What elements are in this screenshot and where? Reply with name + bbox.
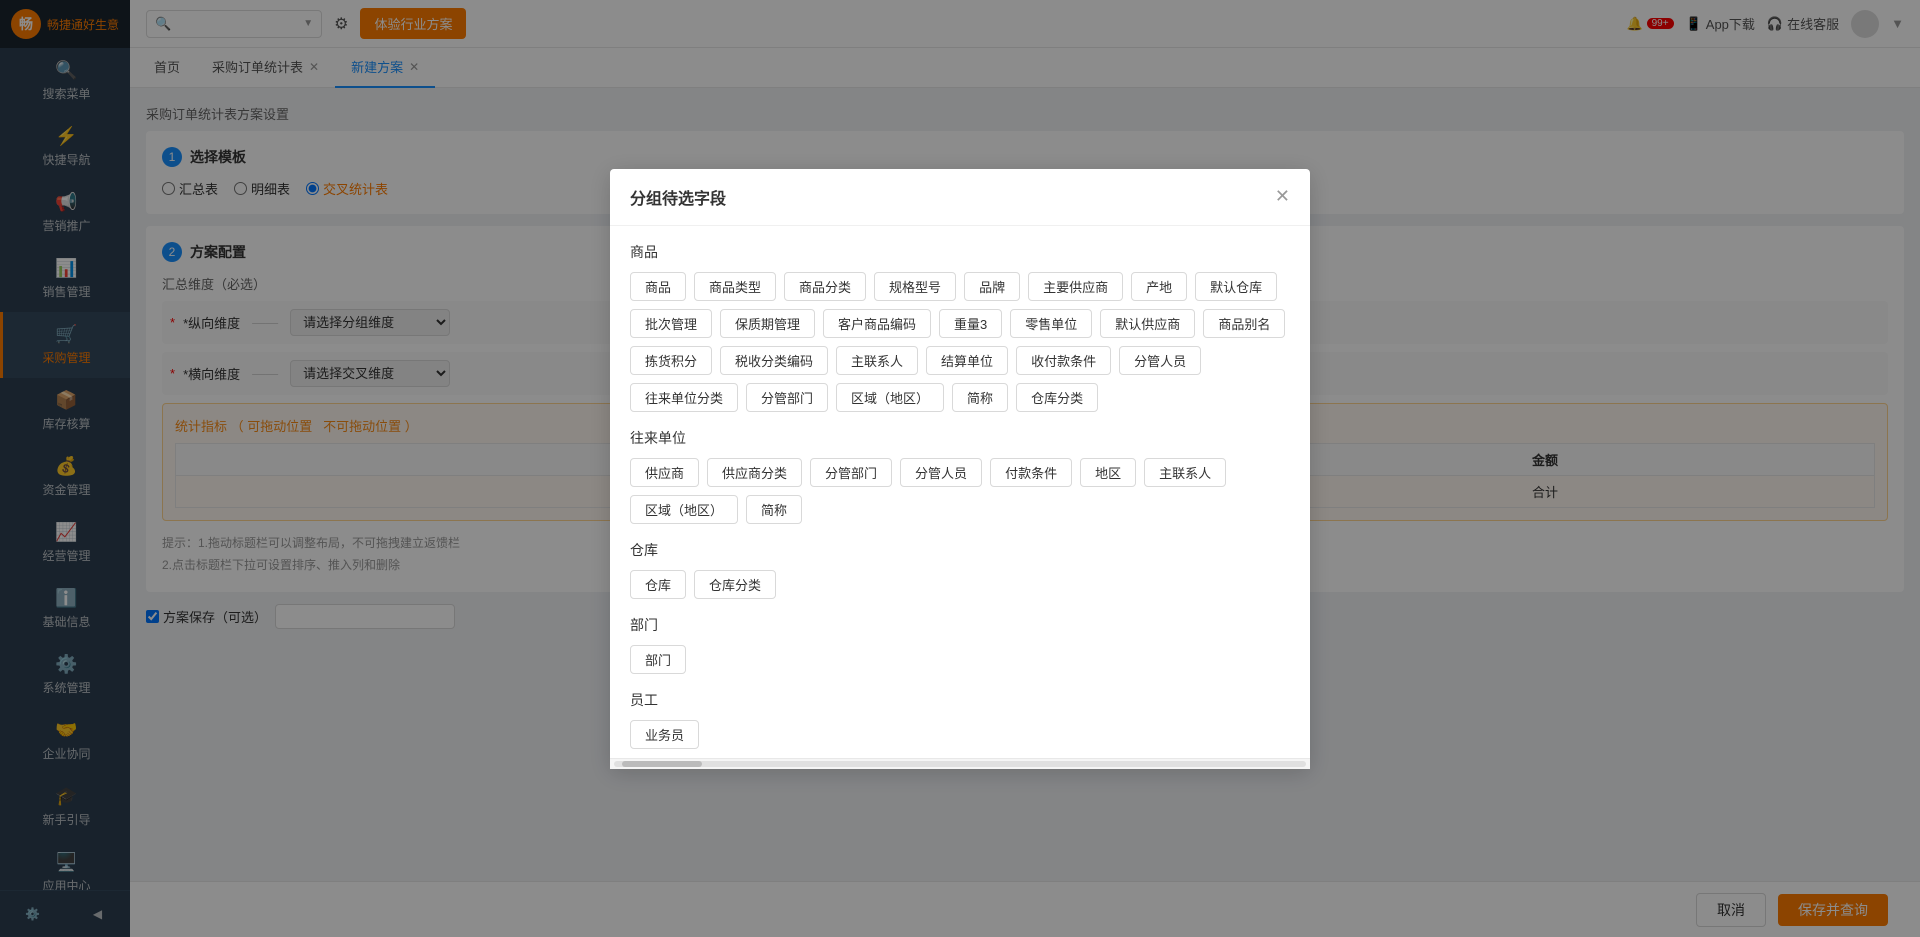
field-tag-0-4[interactable]: 品牌 (964, 272, 1020, 301)
field-tag-1-0[interactable]: 供应商 (630, 458, 699, 487)
field-tag-0-20[interactable]: 分管人员 (1119, 346, 1201, 375)
field-tag-1-3[interactable]: 分管人员 (900, 458, 982, 487)
field-tag-0-25[interactable]: 仓库分类 (1016, 383, 1098, 412)
field-category-title-0: 商品 (630, 242, 1290, 262)
field-tag-0-3[interactable]: 规格型号 (874, 272, 956, 301)
field-tag-0-14[interactable]: 商品别名 (1203, 309, 1285, 338)
field-tag-1-1[interactable]: 供应商分类 (707, 458, 802, 487)
field-category-title-4: 员工 (630, 690, 1290, 710)
field-category-title-1: 往来单位 (630, 428, 1290, 448)
field-tag-0-9[interactable]: 保质期管理 (720, 309, 815, 338)
field-tag-0-16[interactable]: 税收分类编码 (720, 346, 828, 375)
field-tag-0-1[interactable]: 商品类型 (694, 272, 776, 301)
field-tag-1-2[interactable]: 分管部门 (810, 458, 892, 487)
field-tag-0-10[interactable]: 客户商品编码 (823, 309, 931, 338)
field-tag-0-12[interactable]: 零售单位 (1010, 309, 1092, 338)
field-category-title-3: 部门 (630, 615, 1290, 635)
field-tag-1-4[interactable]: 付款条件 (990, 458, 1072, 487)
field-tags-0: 商品商品类型商品分类规格型号品牌主要供应商产地默认仓库批次管理保质期管理客户商品… (630, 272, 1290, 412)
field-category-0: 商品商品商品类型商品分类规格型号品牌主要供应商产地默认仓库批次管理保质期管理客户… (630, 242, 1290, 412)
field-tag-0-18[interactable]: 结算单位 (926, 346, 1008, 375)
field-category-title-2: 仓库 (630, 540, 1290, 560)
field-tag-0-5[interactable]: 主要供应商 (1028, 272, 1123, 301)
field-tag-4-0[interactable]: 业务员 (630, 720, 699, 749)
field-tag-0-11[interactable]: 重量3 (939, 309, 1002, 338)
field-tag-0-15[interactable]: 拣货积分 (630, 346, 712, 375)
field-tag-0-19[interactable]: 收付款条件 (1016, 346, 1111, 375)
field-tag-0-6[interactable]: 产地 (1131, 272, 1187, 301)
field-tags-1: 供应商供应商分类分管部门分管人员付款条件地区主联系人区域（地区） 简称 (630, 458, 1290, 524)
field-tag-0-22[interactable]: 分管部门 (746, 383, 828, 412)
field-tag-0-0[interactable]: 商品 (630, 272, 686, 301)
field-tag-3-0[interactable]: 部门 (630, 645, 686, 674)
field-tag-0-21[interactable]: 往来单位分类 (630, 383, 738, 412)
field-tag-1-8[interactable]: 简称 (746, 495, 802, 524)
field-category-2: 仓库仓库仓库分类 (630, 540, 1290, 599)
field-tag-1-6[interactable]: 主联系人 (1144, 458, 1226, 487)
modal-overlay: 分组待选字段 ✕ 商品商品商品类型商品分类规格型号品牌主要供应商产地默认仓库批次… (0, 0, 1920, 937)
modal-title: 分组待选字段 (630, 185, 726, 209)
field-category-3: 部门部门 (630, 615, 1290, 674)
modal-header: 分组待选字段 ✕ (610, 169, 1310, 226)
modal-horizontal-scrollbar[interactable] (610, 758, 1310, 768)
field-tag-0-17[interactable]: 主联系人 (836, 346, 918, 375)
field-tag-2-0[interactable]: 仓库 (630, 570, 686, 599)
modal-close-icon[interactable]: ✕ (1275, 186, 1290, 207)
scroll-track (614, 761, 1306, 767)
field-tag-0-2[interactable]: 商品分类 (784, 272, 866, 301)
field-tag-0-8[interactable]: 批次管理 (630, 309, 712, 338)
field-tag-0-23[interactable]: 区域（地区） (836, 383, 944, 412)
field-category-1: 往来单位供应商供应商分类分管部门分管人员付款条件地区主联系人区域（地区） 简称 (630, 428, 1290, 524)
field-tag-1-7[interactable]: 区域（地区） (630, 495, 738, 524)
field-tag-2-1[interactable]: 仓库分类 (694, 570, 776, 599)
field-tag-0-24[interactable]: 简称 (952, 383, 1008, 412)
field-tag-0-7[interactable]: 默认仓库 (1195, 272, 1277, 301)
field-tag-0-13[interactable]: 默认供应商 (1100, 309, 1195, 338)
field-tags-4: 业务员 (630, 720, 1290, 749)
field-tags-2: 仓库仓库分类 (630, 570, 1290, 599)
field-tag-1-5[interactable]: 地区 (1080, 458, 1136, 487)
field-tags-3: 部门 (630, 645, 1290, 674)
modal-dialog: 分组待选字段 ✕ 商品商品商品类型商品分类规格型号品牌主要供应商产地默认仓库批次… (610, 169, 1310, 769)
field-category-4: 员工业务员 (630, 690, 1290, 749)
scroll-thumb (622, 761, 702, 767)
modal-body: 商品商品商品类型商品分类规格型号品牌主要供应商产地默认仓库批次管理保质期管理客户… (610, 226, 1310, 759)
